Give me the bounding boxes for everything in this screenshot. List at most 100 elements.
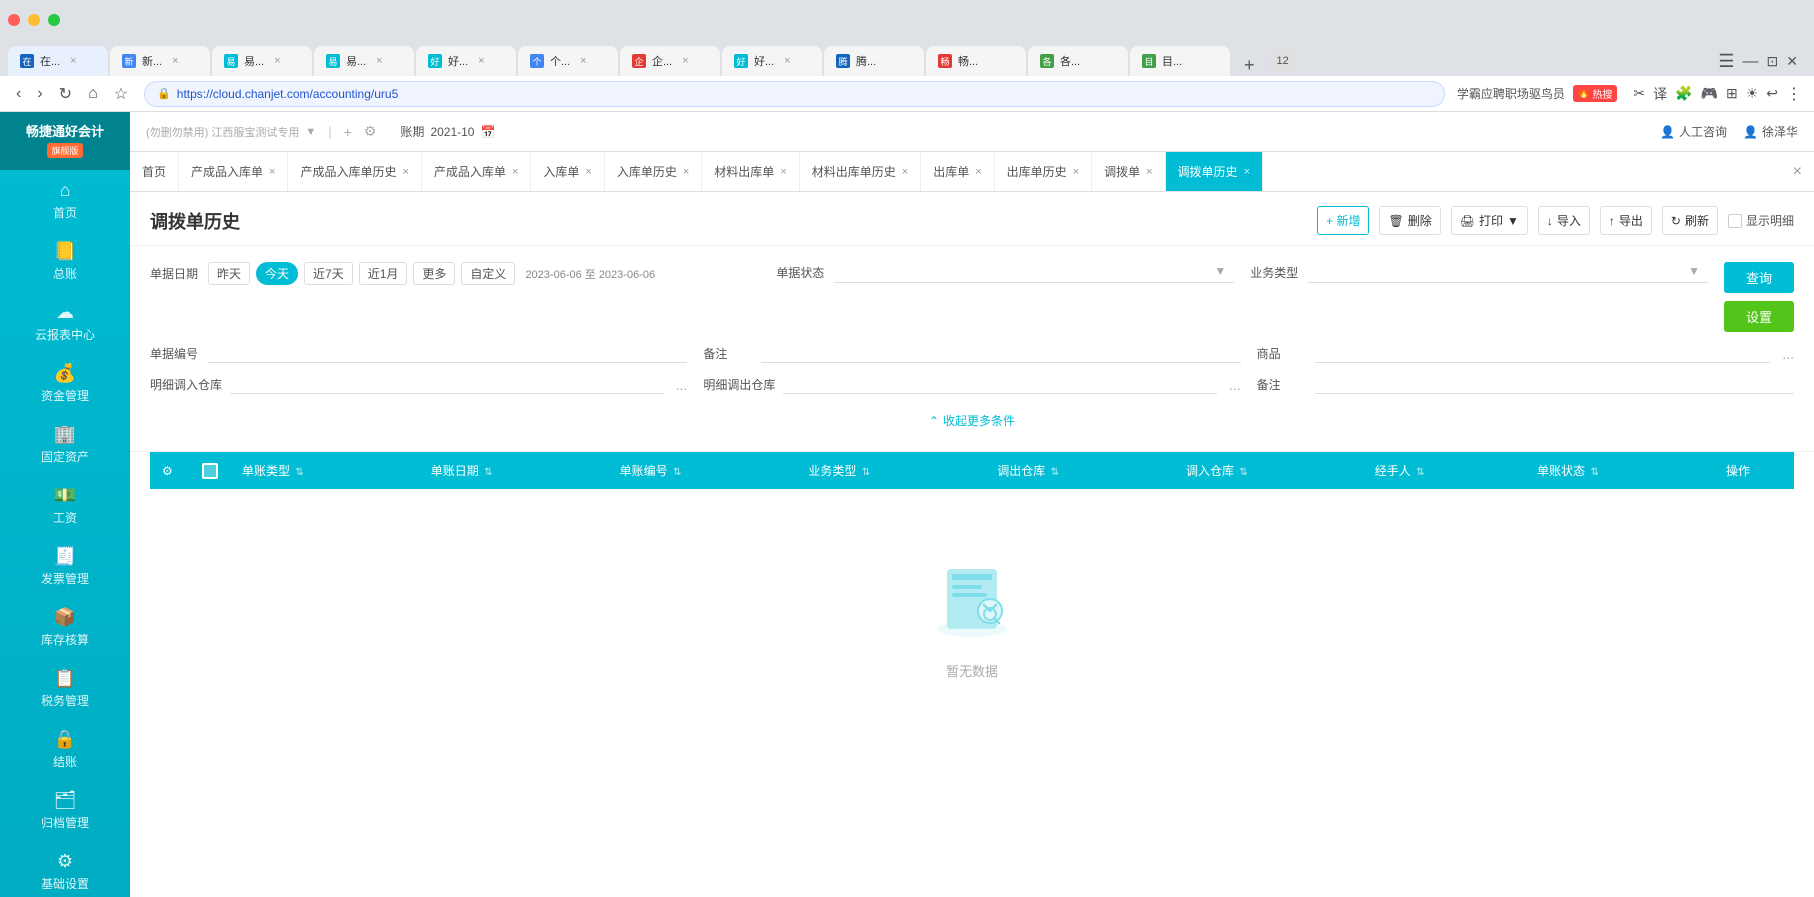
nav-tab-5-close[interactable]: ×: [585, 166, 591, 178]
query-btn[interactable]: 查询: [1724, 262, 1794, 293]
window-maximize-btn[interactable]: [48, 14, 60, 26]
filter-1month-btn[interactable]: 近1月: [359, 262, 408, 285]
nav-tab-10[interactable]: 出库单历史 ×: [995, 152, 1092, 192]
home-button[interactable]: ⌂: [84, 81, 102, 107]
browser-tab-11[interactable]: 目 目...: [1130, 46, 1230, 76]
tab-3-close[interactable]: ×: [376, 55, 382, 67]
browser-tab-4[interactable]: 好 好... ×: [416, 46, 516, 76]
nav-tab-12-close[interactable]: ×: [1244, 166, 1250, 178]
delete-btn[interactable]: 🗑 删除: [1379, 206, 1440, 235]
filter-status-select[interactable]: ▼: [834, 262, 1234, 283]
table-col-type[interactable]: 单账类型 ⇅: [230, 452, 419, 489]
filter-detail-in-input[interactable]: [230, 375, 664, 394]
filter-biztype-select[interactable]: ▼: [1308, 262, 1708, 283]
nav-tab-5[interactable]: 入库单 ×: [531, 152, 604, 192]
sidebar-item-reports[interactable]: ☁ 云报表中心: [0, 292, 130, 353]
nav-tab-2-close[interactable]: ×: [269, 166, 275, 178]
tab-4-close[interactable]: ×: [478, 55, 484, 67]
tab-count-badge[interactable]: 12: [1269, 50, 1297, 72]
filter-note-input[interactable]: [761, 344, 1240, 363]
browser-tab-7[interactable]: 好 好... ×: [722, 46, 822, 76]
nav-tab-home[interactable]: 首页: [130, 152, 179, 192]
forward-button[interactable]: ›: [33, 81, 46, 107]
address-input[interactable]: 🔒 https://cloud.chanjet.com/accounting/u…: [144, 81, 1445, 107]
window-minimize-btn[interactable]: [28, 14, 40, 26]
game-icon[interactable]: 🎮: [1701, 85, 1718, 102]
nav-tab-3-close[interactable]: ×: [402, 166, 408, 178]
new-btn[interactable]: + 新增: [1317, 206, 1369, 235]
table-col-date[interactable]: 单账日期 ⇅: [419, 452, 608, 489]
nav-tab-9-close[interactable]: ×: [975, 166, 981, 178]
print-btn[interactable]: 🖨 打印 ▼: [1451, 206, 1528, 235]
refresh-btn[interactable]: ↻ 刷新: [1662, 206, 1718, 235]
export-btn[interactable]: ↑ 导出: [1600, 206, 1652, 235]
browser-tab-10[interactable]: 各 各...: [1028, 46, 1128, 76]
nav-tab-2[interactable]: 产成品入库单 ×: [179, 152, 288, 192]
browser-minimize-btn[interactable]: —: [1743, 53, 1759, 71]
browser-tab-3[interactable]: 易 易... ×: [314, 46, 414, 76]
sidebar-item-tax[interactable]: 📋 税务管理: [0, 658, 130, 719]
translate-icon[interactable]: 译: [1653, 84, 1667, 104]
nav-tab-8-close[interactable]: ×: [902, 166, 908, 178]
add-company-btn[interactable]: +: [344, 124, 352, 140]
import-btn[interactable]: ↓ 导入: [1538, 206, 1590, 235]
table-col-checkbox[interactable]: [190, 452, 230, 489]
sidebar-item-inventory[interactable]: 📦 库存核算: [0, 597, 130, 658]
tab-1-close[interactable]: ×: [172, 55, 178, 67]
sidebar-item-funds[interactable]: 💰 资金管理: [0, 353, 130, 414]
table-col-biz[interactable]: 业务类型 ⇅: [796, 452, 985, 489]
table-col-status[interactable]: 单账状态 ⇅: [1525, 452, 1714, 489]
browser-menu-btn[interactable]: ☰: [1718, 51, 1734, 72]
sidebar-item-wages[interactable]: 💵 工资: [0, 475, 130, 536]
sidebar-item-closing[interactable]: 🔒 结账: [0, 719, 130, 780]
browser-tab-8[interactable]: 腾 腾...: [824, 46, 924, 76]
undo-icon[interactable]: ↩: [1766, 85, 1778, 102]
settings-gear-icon[interactable]: ⚙: [364, 123, 377, 140]
sidebar-item-ledger[interactable]: 📒 总账: [0, 231, 130, 292]
company-selector[interactable]: (勿删勿禁用) 江西服宝测试专用 ▼: [146, 124, 316, 140]
tab-2-close[interactable]: ×: [274, 55, 280, 67]
sidebar-item-archive[interactable]: 🗂 归档管理: [0, 780, 130, 841]
nav-tab-11-close[interactable]: ×: [1146, 166, 1152, 178]
nav-tab-4[interactable]: 产成品入库单 ×: [422, 152, 531, 192]
filter-custom-btn[interactable]: 自定义: [461, 262, 515, 285]
filter-docno-input[interactable]: [208, 344, 687, 363]
table-col-handler[interactable]: 经手人 ⇅: [1363, 452, 1525, 489]
browser-tab-6[interactable]: 企 企... ×: [620, 46, 720, 76]
filter-goods-input[interactable]: [1315, 344, 1771, 363]
filter-detail-in-dots-btn[interactable]: ...: [676, 377, 688, 393]
nav-tab-7-close[interactable]: ×: [780, 166, 786, 178]
back-button[interactable]: ‹: [12, 81, 25, 107]
browser-tab-baidu[interactable]: 在 在... ×: [8, 46, 108, 76]
sidebar-item-settings[interactable]: ⚙ 基础设置: [0, 841, 130, 897]
nav-tab-12[interactable]: 调拨单历史 ×: [1166, 152, 1263, 192]
filter-detail-out-dots-btn[interactable]: ...: [1229, 377, 1241, 393]
nav-tab-3[interactable]: 产成品入库单历史 ×: [288, 152, 421, 192]
more-icon[interactable]: ⋮: [1786, 84, 1802, 104]
filter-7days-btn[interactable]: 近7天: [304, 262, 353, 285]
display-checkbox[interactable]: [1728, 214, 1742, 228]
refresh-button[interactable]: ↻: [55, 80, 76, 108]
select-all-checkbox[interactable]: [202, 463, 218, 479]
browser-restore-btn[interactable]: ⊡: [1767, 53, 1779, 70]
filter-yesterday-btn[interactable]: 昨天: [208, 262, 250, 285]
tab-baidu-close[interactable]: ×: [70, 55, 76, 67]
nav-tab-4-close[interactable]: ×: [512, 166, 518, 178]
nav-tabs-close-btn[interactable]: ×: [1781, 163, 1814, 181]
browser-close-btn[interactable]: ✕: [1786, 53, 1798, 70]
table-col-in[interactable]: 调入仓库 ⇅: [1174, 452, 1363, 489]
nav-tab-10-close[interactable]: ×: [1073, 166, 1079, 178]
table-col-out[interactable]: 调出仓库 ⇅: [985, 452, 1174, 489]
bookmark-button[interactable]: ☆: [110, 80, 132, 108]
filter-goods-dots-btn[interactable]: ...: [1782, 346, 1794, 362]
brightness-icon[interactable]: ☀: [1746, 85, 1759, 102]
nav-tab-7[interactable]: 材料出库单 ×: [702, 152, 799, 192]
nav-tab-9[interactable]: 出库单 ×: [921, 152, 994, 192]
window-close-btn[interactable]: [8, 14, 20, 26]
tab-5-close[interactable]: ×: [580, 55, 586, 67]
sidebar-item-invoice[interactable]: 🧾 发票管理: [0, 536, 130, 597]
nav-tab-6[interactable]: 入库单历史 ×: [605, 152, 702, 192]
grid-icon[interactable]: ⊞: [1726, 85, 1738, 102]
browser-tab-9[interactable]: 畅 畅...: [926, 46, 1026, 76]
table-col-settings[interactable]: ⚙: [150, 452, 190, 489]
